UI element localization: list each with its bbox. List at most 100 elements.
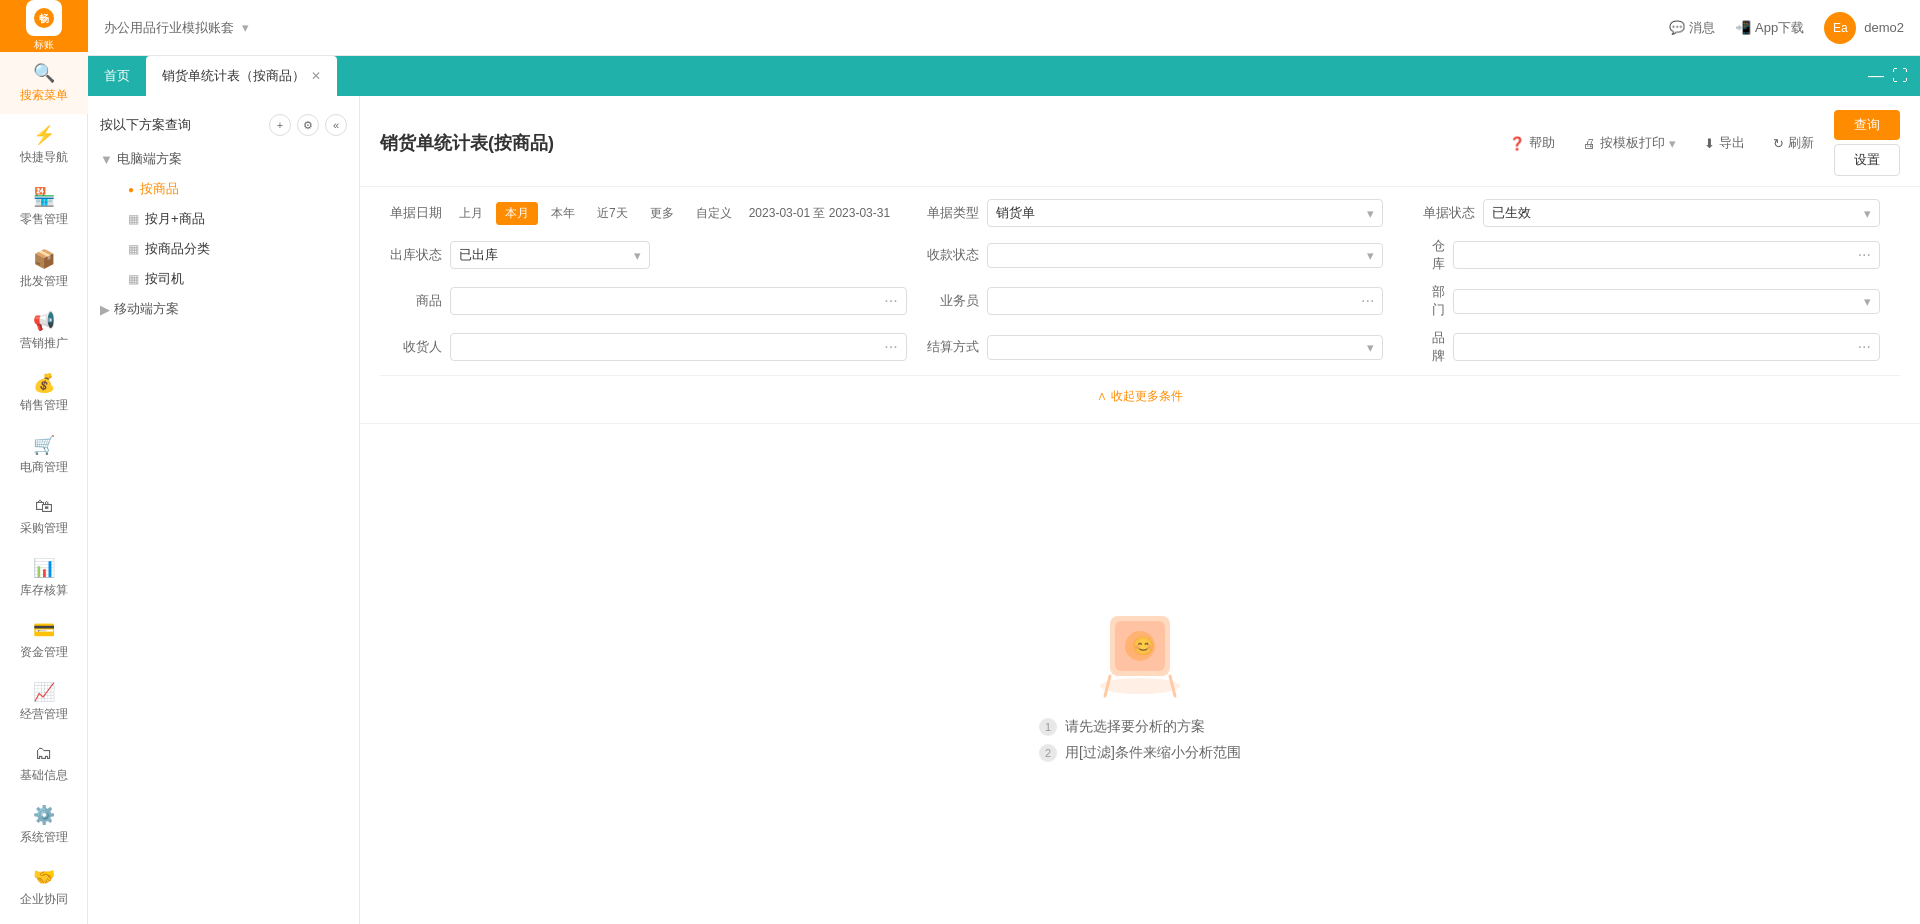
refresh-label: 刷新 [1788,134,1814,152]
minimize-icon[interactable]: — [1868,67,1884,85]
refresh-btn[interactable]: ↻ 刷新 [1765,130,1822,156]
maximize-icon[interactable]: ⛶ [1892,67,1908,85]
salesperson-dots[interactable]: ··· [1361,292,1374,310]
sidebar-item-wholesale[interactable]: 📦 批发管理 [0,238,88,300]
warehouse-status-label: 出库状态 [380,246,450,264]
sidebar-item-label: 经营管理 [20,706,68,723]
sidebar-item-label: 批发管理 [20,273,68,290]
page-title-bar: 销货单统计表(按商品) ❓ 帮助 🖨 按模板打印 ▾ ⬇ 导出 [360,96,1920,187]
dropdown-icon[interactable]: ▾ [242,20,249,35]
app-download-btn[interactable]: 📲 App下载 [1735,19,1804,37]
doc-type-label: 单据类型 [927,204,987,222]
doc-type-value: 销货单 [996,204,1035,222]
department-label: 部门 [1423,283,1453,319]
product-content: ··· [450,287,907,315]
tab-home[interactable]: 首页 [88,56,146,96]
sidebar-item-label: 零售管理 [20,211,68,228]
svg-point-2 [1100,678,1180,694]
sidebar-item-business[interactable]: 📈 经营管理 [0,671,88,733]
sidebar-item-label: 企业协同 [20,891,68,908]
add-scheme-btn[interactable]: + [269,114,291,136]
sidebar-item-enterprise[interactable]: 🤝 企业协同 [0,856,88,918]
template-print-btn[interactable]: 🖨 按模板打印 ▾ [1575,130,1684,156]
topbar: 办公用品行业模拟账套 ▾ 💬 消息 📲 App下载 Ea demo2 [88,0,1920,56]
product-input[interactable]: ··· [450,287,907,315]
tree-item-by-driver[interactable]: ▦ 按司机 [88,264,359,294]
sidebar-item-guide[interactable]: 🎯 新手引导 [0,918,88,924]
user-profile[interactable]: Ea demo2 [1824,12,1904,44]
export-icon: ⬇ [1704,136,1715,151]
sidebar-item-system[interactable]: ⚙️ 系统管理 [0,794,88,856]
left-panel-header: 按以下方案查询 + ⚙ « [88,106,359,144]
tree-item-label: 按商品 [140,180,179,198]
sidebar-item-ecommerce[interactable]: 🛒 电商管理 [0,424,88,486]
tab-close-icon[interactable]: ✕ [311,69,321,83]
product-dots[interactable]: ··· [884,292,897,310]
help-btn[interactable]: ❓ 帮助 [1501,130,1563,156]
empty-tip-1: 1 请先选择要分析的方案 [1039,718,1241,736]
collapse-panel-btn[interactable]: « [325,114,347,136]
scheme-settings-btn[interactable]: ⚙ [297,114,319,136]
date-btn-this-month[interactable]: 本月 [496,202,538,225]
date-btn-7days[interactable]: 近7天 [588,202,637,225]
tree-item-icon: ▦ [128,242,139,256]
date-btn-this-year[interactable]: 本年 [542,202,584,225]
query-btn[interactable]: 查询 [1834,110,1900,140]
tree-item-by-product-category[interactable]: ▦ 按商品分类 [88,234,359,264]
receiver-dots[interactable]: ··· [884,338,897,356]
sidebar-item-label: 库存核算 [20,582,68,599]
department-select[interactable]: ▾ [1453,289,1880,314]
tab-sales-stats[interactable]: 销货单统计表（按商品） ✕ [146,56,337,96]
logo-text: 标账 [34,38,54,52]
sidebar-item-purchase[interactable]: 🛍 采购管理 [0,486,88,547]
collapse-btn[interactable]: ∧ 收起更多条件 [1091,382,1188,411]
payment-status-select[interactable]: ▾ [987,243,1384,268]
doc-type-select[interactable]: 销货单 ▾ [987,199,1384,227]
svg-text:😊: 😊 [1132,635,1155,657]
settlement-label: 结算方式 [927,338,987,356]
print-icon: 🖨 [1583,136,1596,151]
sidebar-item-quick-nav[interactable]: ⚡ 快捷导航 [0,114,88,176]
doc-type-arrow: ▾ [1367,206,1374,221]
tab-bar: 首页 销货单统计表（按商品） ✕ — ⛶ [88,56,1920,96]
payment-status-filter: 收款状态 ▾ [907,243,1404,268]
date-btn-custom[interactable]: 自定义 [687,202,741,225]
settlement-select[interactable]: ▾ [987,335,1384,360]
date-btn-last-month[interactable]: 上月 [450,202,492,225]
sidebar-item-basic[interactable]: 🗂 基础信息 [0,733,88,794]
wholesale-icon: 📦 [33,248,55,270]
salesperson-input[interactable]: ··· [987,287,1384,315]
brand-input[interactable]: ··· [1453,333,1880,361]
sidebar-item-search-menu[interactable]: 🔍 搜索菜单 [0,52,88,114]
sidebar-item-sales[interactable]: 💰 销售管理 [0,362,88,424]
sidebar-item-inventory[interactable]: 📊 库存核算 [0,547,88,609]
settings-btn[interactable]: 设置 [1834,144,1900,176]
warehouse-status-select[interactable]: 已出库 ▾ [450,241,650,269]
settlement-arrow: ▾ [1367,340,1374,355]
tree-parent-pc[interactable]: ▼ 电脑端方案 [88,144,359,174]
product-label: 商品 [380,292,450,310]
right-content: 销货单统计表(按商品) ❓ 帮助 🖨 按模板打印 ▾ ⬇ 导出 [360,96,1920,924]
page-actions: ❓ 帮助 🖨 按模板打印 ▾ ⬇ 导出 ↻ 刷新 [1501,110,1900,176]
sidebar-item-finance[interactable]: 💳 资金管理 [0,609,88,671]
brand-dots[interactable]: ··· [1858,338,1871,356]
tree-item-icon: ▦ [128,272,139,286]
tree-item-by-product[interactable]: ● 按商品 [88,174,359,204]
warehouse-dots[interactable]: ··· [1858,246,1871,264]
tree-parent-mobile[interactable]: ▶ 移动端方案 [88,294,359,324]
receiver-input[interactable]: ··· [450,333,907,361]
message-btn[interactable]: 💬 消息 [1669,19,1715,37]
date-btn-more[interactable]: 更多 [641,202,683,225]
tree-item-by-month-product[interactable]: ▦ 按月+商品 [88,204,359,234]
system-icon: ⚙️ [33,804,55,826]
warehouse-input[interactable]: ··· [1453,241,1880,269]
sidebar-item-retail[interactable]: 🏪 零售管理 [0,176,88,238]
help-icon: ❓ [1509,136,1525,151]
export-btn[interactable]: ⬇ 导出 [1696,130,1753,156]
payment-status-label: 收款状态 [927,246,987,264]
sidebar-item-marketing[interactable]: 📢 营销推广 [0,300,88,362]
doc-status-select[interactable]: 已生效 ▾ [1483,199,1880,227]
left-panel: 按以下方案查询 + ⚙ « ▼ 电脑端方案 ● 按商品 ▦ [88,96,360,924]
collapse-row: ∧ 收起更多条件 [380,375,1900,411]
warehouse-status-content: 已出库 ▾ [450,241,907,269]
